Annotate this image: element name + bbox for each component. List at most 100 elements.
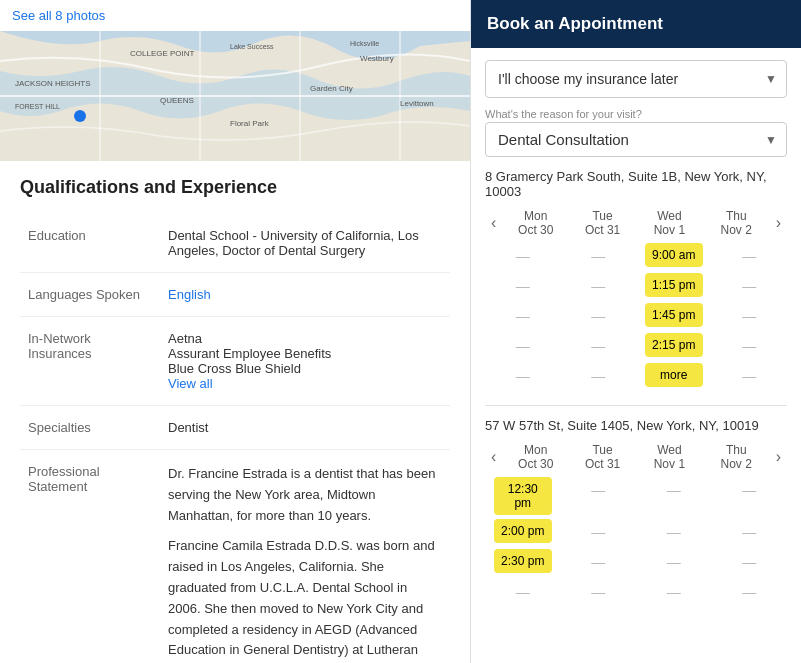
visit-select-wrapper: Dental Consultation ▼ [485,122,787,157]
dash: — [569,363,627,389]
time-cell[interactable]: 12:30 pm [493,477,553,515]
svg-text:FOREST HILL: FOREST HILL [15,103,60,110]
time-cell: — [493,303,553,329]
value-languages: English [160,273,450,317]
professional-text: Dr. Francine Estrada is a dentist that h… [168,464,442,663]
dash: — [569,579,627,605]
dash: — [494,303,552,329]
dash: — [720,477,778,503]
photos-link[interactable]: See all 8 photos [0,0,470,31]
time-row: 2:00 pm — — — [485,519,787,545]
time-cell: — [644,519,704,545]
insurance-select[interactable]: I'll choose my insurance later [485,60,787,98]
cal2-day-4: Thu Nov 2 [706,443,766,471]
qualifications-section: Qualifications and Experience Education … [0,161,470,663]
time-cell: — [493,579,553,605]
time-cell: — [719,243,779,269]
time-cell[interactable]: 1:45 pm [644,303,704,329]
time-button[interactable]: 12:30 pm [494,477,552,515]
dash: — [720,333,778,359]
dash: — [720,519,778,545]
time-grid-2: 12:30 pm — — — 2:00 pm — — — 2:30 pm — [485,477,787,605]
value-insurances: Aetna Assurant Employee Benefits Blue Cr… [160,317,450,406]
svg-text:QUEENS: QUEENS [160,96,194,105]
time-cell: — [719,303,779,329]
time-button[interactable]: 9:00 am [645,243,703,267]
svg-text:Garden City: Garden City [310,84,353,93]
time-cell[interactable]: more [644,363,704,389]
dash: — [569,519,627,545]
time-row: 12:30 pm — — — [485,477,787,515]
cal2-day-2: Tue Oct 31 [573,443,633,471]
more-times-button[interactable]: more [645,363,703,387]
time-cell[interactable]: 1:15 pm [644,273,704,299]
dash: — [645,477,703,503]
table-row: Specialties Dentist [20,406,450,450]
svg-text:JACKSON HEIGHTS: JACKSON HEIGHTS [15,79,91,88]
time-cell: — [644,549,704,575]
time-cell: — [493,243,553,269]
divider [485,405,787,406]
table-row: In-Network Insurances Aetna Assurant Emp… [20,317,450,406]
time-cell: — [719,549,779,575]
label-insurances: In-Network Insurances [20,317,160,406]
time-row: — — 1:15 pm — [485,273,787,299]
time-cell: — [719,477,779,515]
dash: — [720,579,778,605]
cal1-day-4: Thu Nov 2 [706,209,766,237]
visit-select[interactable]: Dental Consultation [485,122,787,157]
location2-section: 57 W 57th St, Suite 1405, New York, NY, … [485,418,787,605]
label-specialties: Specialties [20,406,160,450]
svg-text:Hicksville: Hicksville [350,40,379,47]
calendar1-nav: ‹ Mon Oct 30 Tue Oct 31 Wed Nov 1 [485,209,787,237]
cal1-prev-button[interactable]: ‹ [485,210,502,236]
svg-text:Levittown: Levittown [400,99,434,108]
dash: — [494,579,552,605]
time-button[interactable]: 2:00 pm [494,519,552,543]
time-cell: — [719,519,779,545]
time-cell: — [568,363,628,389]
location1-section: 8 Gramercy Park South, Suite 1B, New Yor… [485,169,787,389]
dash: — [569,273,627,299]
dash: — [569,549,627,575]
time-grid-1: — — 9:00 am — — — 1:15 pm — — — 1:45 [485,243,787,389]
svg-text:Lake Success: Lake Success [230,43,274,50]
dash: — [720,273,778,299]
table-row: Education Dental School - University of … [20,214,450,273]
view-all-link[interactable]: View all [168,376,213,391]
qualifications-table: Education Dental School - University of … [20,214,450,663]
dash: — [494,363,552,389]
left-panel: See all 8 photos JACKSON HEIGHTS FOREST [0,0,470,663]
time-cell: — [719,363,779,389]
time-row: — — 9:00 am — [485,243,787,269]
time-button[interactable]: 1:45 pm [645,303,703,327]
time-cell: — [644,579,704,605]
cal1-days: Mon Oct 30 Tue Oct 31 Wed Nov 1 Thu [502,209,769,237]
time-cell[interactable]: 9:00 am [644,243,704,269]
time-button[interactable]: 2:15 pm [645,333,703,357]
label-professional: Professional Statement [20,450,160,664]
time-cell: — [568,303,628,329]
time-cell[interactable]: 2:30 pm [493,549,553,575]
time-cell[interactable]: 2:00 pm [493,519,553,545]
label-education: Education [20,214,160,273]
insurance-select-wrapper: I'll choose my insurance later ▼ [485,60,787,98]
cal2-prev-button[interactable]: ‹ [485,444,502,470]
calendar2-nav: ‹ Mon Oct 30 Tue Oct 31 Wed Nov 1 [485,443,787,471]
dash: — [494,243,552,269]
qualifications-title: Qualifications and Experience [20,177,450,198]
time-cell: — [719,579,779,605]
time-cell[interactable]: 2:15 pm [644,333,704,359]
dash: — [494,333,552,359]
time-button[interactable]: 2:30 pm [494,549,552,573]
svg-text:Westbury: Westbury [360,54,394,63]
time-button[interactable]: 1:15 pm [645,273,703,297]
cal2-next-button[interactable]: › [770,444,787,470]
cal1-day-3: Wed Nov 1 [639,209,699,237]
map-area: JACKSON HEIGHTS FOREST HILL COLLEGE POIN… [0,31,470,161]
time-cell: — [493,273,553,299]
dash: — [494,273,552,299]
svg-text:Floral Park: Floral Park [230,119,270,128]
cal1-next-button[interactable]: › [770,210,787,236]
right-panel: Book an Appointment I'll choose my insur… [470,0,801,663]
